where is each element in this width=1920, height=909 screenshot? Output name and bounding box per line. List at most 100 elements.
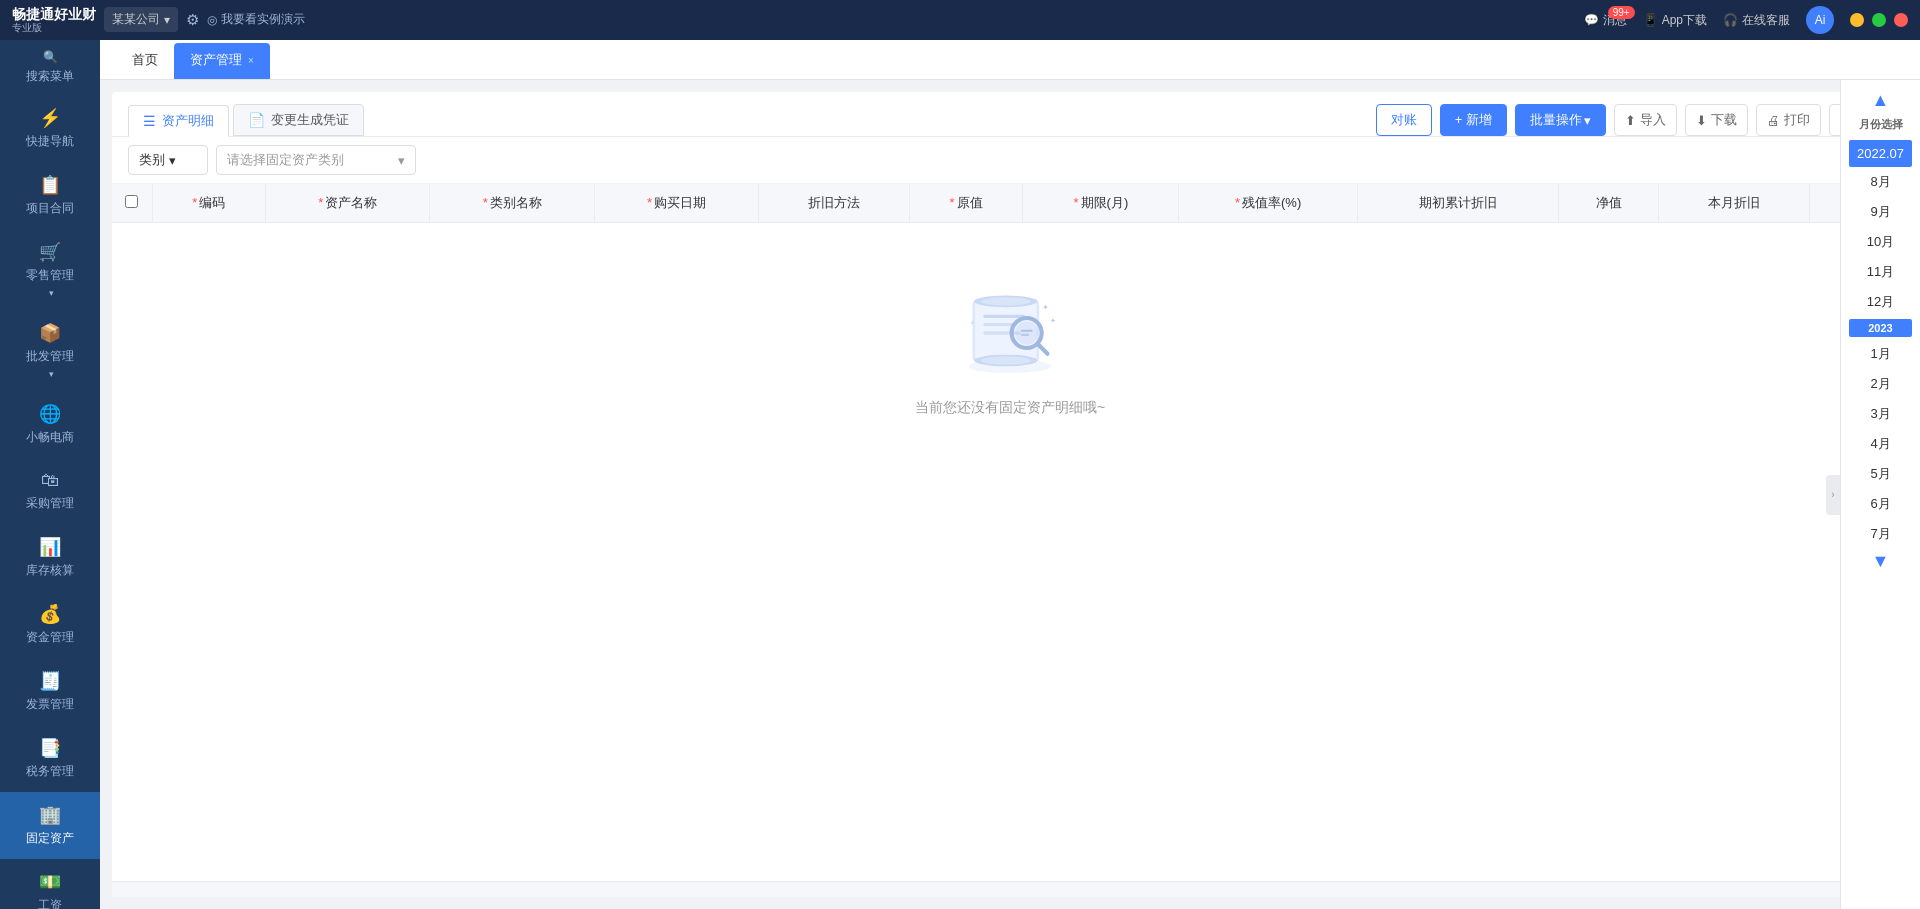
assets-table: *编码 *资产名称 *类别名称 *购买日期	[112, 184, 1908, 477]
month-item-12[interactable]: 12月	[1841, 287, 1920, 317]
sidebar-label-tax: 税务管理	[26, 763, 74, 780]
sidebar-item-purchase[interactable]: 🛍 采购管理	[0, 458, 100, 524]
arrow-icon: ▾	[49, 288, 54, 298]
month-item-2023-4[interactable]: 4月	[1841, 429, 1920, 459]
toolbar-right: 对账 + 新增 批量操作 ▾ ⬆ 导入	[1376, 104, 1892, 136]
month-item-8[interactable]: 8月	[1841, 167, 1920, 197]
tab-close-icon[interactable]: ×	[248, 55, 254, 66]
category-input[interactable]: 请选择固定资产类别 ▾	[216, 145, 416, 175]
bottom-scrollbar[interactable]	[112, 881, 1908, 897]
empty-state: ✦ ✦ ✦ 当前您还没有固定资产明细哦~	[112, 223, 1908, 477]
svg-text:✦: ✦	[1042, 302, 1049, 312]
sidebar-item-tax[interactable]: 📑 税务管理	[0, 725, 100, 792]
category-select[interactable]: 类别 ▾	[128, 145, 208, 175]
import-button[interactable]: ⬆ 导入	[1614, 104, 1677, 136]
settings-icon[interactable]: ⚙	[186, 11, 199, 29]
svg-rect-14	[1021, 334, 1029, 336]
sidebar-item-fixed-assets[interactable]: 🏢 固定资产	[0, 792, 100, 859]
month-panel-up-button[interactable]: ▲	[1841, 88, 1920, 113]
tab-bar: 首页 资产管理 ×	[100, 40, 1920, 80]
month-item-current[interactable]: 2022.07	[1849, 140, 1912, 167]
window-controls	[1850, 13, 1908, 27]
maximize-button[interactable]	[1872, 13, 1886, 27]
demo-button[interactable]: ◎ 我要看实例演示	[207, 11, 305, 28]
sidebar-item-inventory[interactable]: 📊 库存核算	[0, 524, 100, 591]
top-bar-right: 💬 消息 99+ 📱 App下载 🎧 在线客服 Ai	[1584, 6, 1834, 34]
payroll-icon: 💵	[39, 871, 61, 893]
sidebar-item-payroll[interactable]: 💵 工资	[0, 859, 100, 909]
subtab-change-voucher-label: 变更生成凭证	[271, 111, 349, 129]
sidebar-label-fixed-assets: 固定资产	[26, 830, 74, 847]
subtab-asset-detail[interactable]: ☰ 资产明细	[128, 105, 229, 137]
sidebar-item-retail[interactable]: 🛒 零售管理 ▾	[0, 229, 100, 310]
app-download-button[interactable]: 📱 App下载	[1643, 12, 1707, 29]
col-original-value: *原值	[909, 184, 1023, 223]
messages-badge: 99+	[1608, 6, 1635, 19]
filter-bar: 类别 ▾ 请选择固定资产类别 ▾	[112, 137, 1908, 184]
month-item-2023-3[interactable]: 3月	[1841, 399, 1920, 429]
tax-icon: 📑	[39, 737, 61, 759]
sidebar-item-quicknav[interactable]: ⚡ 快捷导航	[0, 95, 100, 162]
subtab-change-voucher[interactable]: 📄 变更生成凭证	[233, 104, 364, 136]
tab-asset-management[interactable]: 资产管理 ×	[174, 43, 270, 79]
sidebar-label-inventory: 库存核算	[26, 562, 74, 579]
month-item-2023-5[interactable]: 5月	[1841, 459, 1920, 489]
category-arrow-icon: ▾	[169, 153, 176, 168]
col-accumulated-depreciation: 期初累计折旧	[1357, 184, 1558, 223]
select-all-checkbox[interactable]	[125, 195, 138, 208]
month-item-9[interactable]: 9月	[1841, 197, 1920, 227]
sidebar-label-payroll: 工资	[38, 897, 62, 909]
col-depreciation-method: 折旧方法	[759, 184, 910, 223]
month-item-2023-6[interactable]: 6月	[1841, 489, 1920, 519]
empty-state-cell: ✦ ✦ ✦ 当前您还没有固定资产明细哦~	[112, 223, 1908, 478]
company-selector[interactable]: 某某公司 ▾	[104, 7, 178, 32]
search-icon: 🔍	[43, 50, 58, 64]
month-item-2023-1[interactable]: 1月	[1841, 339, 1920, 369]
tab-asset-label: 资产管理	[190, 51, 242, 69]
minimize-button[interactable]	[1850, 13, 1864, 27]
category-placeholder: 请选择固定资产类别	[227, 151, 344, 169]
demo-label: 我要看实例演示	[221, 11, 305, 28]
batch-ops-button[interactable]: 批量操作 ▾	[1515, 104, 1606, 136]
batch-dropdown-icon: ▾	[1584, 113, 1591, 128]
svg-rect-3	[983, 315, 1025, 318]
reconcile-button[interactable]: 对账	[1376, 104, 1432, 136]
download-icon: ⬇	[1696, 113, 1707, 128]
close-button[interactable]	[1894, 13, 1908, 27]
add-button[interactable]: + 新增	[1440, 104, 1507, 136]
month-item-10[interactable]: 10月	[1841, 227, 1920, 257]
month-item-2023-7[interactable]: 7月	[1841, 519, 1920, 549]
download-icon: 📱	[1643, 13, 1658, 27]
print-button[interactable]: 🖨 打印	[1756, 104, 1821, 136]
sidebar-item-finance[interactable]: 💰 资金管理	[0, 591, 100, 658]
month-item-2023-2[interactable]: 2月	[1841, 369, 1920, 399]
user-avatar[interactable]: Ai	[1806, 6, 1834, 34]
month-item-11[interactable]: 11月	[1841, 257, 1920, 287]
tab-home[interactable]: 首页	[116, 43, 174, 79]
sidebar-item-search[interactable]: 🔍 搜索菜单	[0, 40, 100, 95]
subtab-asset-detail-label: 资产明细	[162, 112, 214, 130]
current-month-label: 2022.07	[1857, 146, 1904, 161]
empty-text: 当前您还没有固定资产明细哦~	[915, 399, 1105, 417]
messages-button[interactable]: 💬 消息 99+	[1584, 12, 1627, 29]
month-panel-down-button[interactable]: ▼	[1841, 549, 1920, 574]
sidebar-label-retail: 零售管理	[26, 267, 74, 284]
sidebar-item-ecom[interactable]: 🌐 小畅电商	[0, 391, 100, 458]
checkbox-header[interactable]	[112, 184, 152, 223]
purchase-icon: 🛍	[41, 470, 59, 491]
sidebar-item-batch[interactable]: 📦 批发管理 ▾	[0, 310, 100, 391]
main-content: ☰ 资产明细 📄 变更生成凭证 对账 + 新增	[100, 80, 1920, 909]
download-label: 下载	[1711, 111, 1737, 129]
download-button[interactable]: ⬇ 下载	[1685, 104, 1748, 136]
reconcile-label: 对账	[1391, 111, 1417, 129]
sidebar-item-project[interactable]: 📋 项目合同	[0, 162, 100, 229]
sidebar-label-purchase: 采购管理	[26, 495, 74, 512]
panel-collapse-button[interactable]: ›	[1826, 475, 1840, 515]
sub-tabs: ☰ 资产明细 📄 变更生成凭证 对账 + 新增	[112, 92, 1908, 137]
sidebar-label-project: 项目合同	[26, 200, 74, 217]
empty-state-row: ✦ ✦ ✦ 当前您还没有固定资产明细哦~	[112, 223, 1908, 478]
col-name: *资产名称	[266, 184, 430, 223]
sidebar-item-invoice[interactable]: 🧾 发票管理	[0, 658, 100, 725]
svg-point-7	[981, 297, 1031, 305]
customer-service-button[interactable]: 🎧 在线客服	[1723, 12, 1790, 29]
